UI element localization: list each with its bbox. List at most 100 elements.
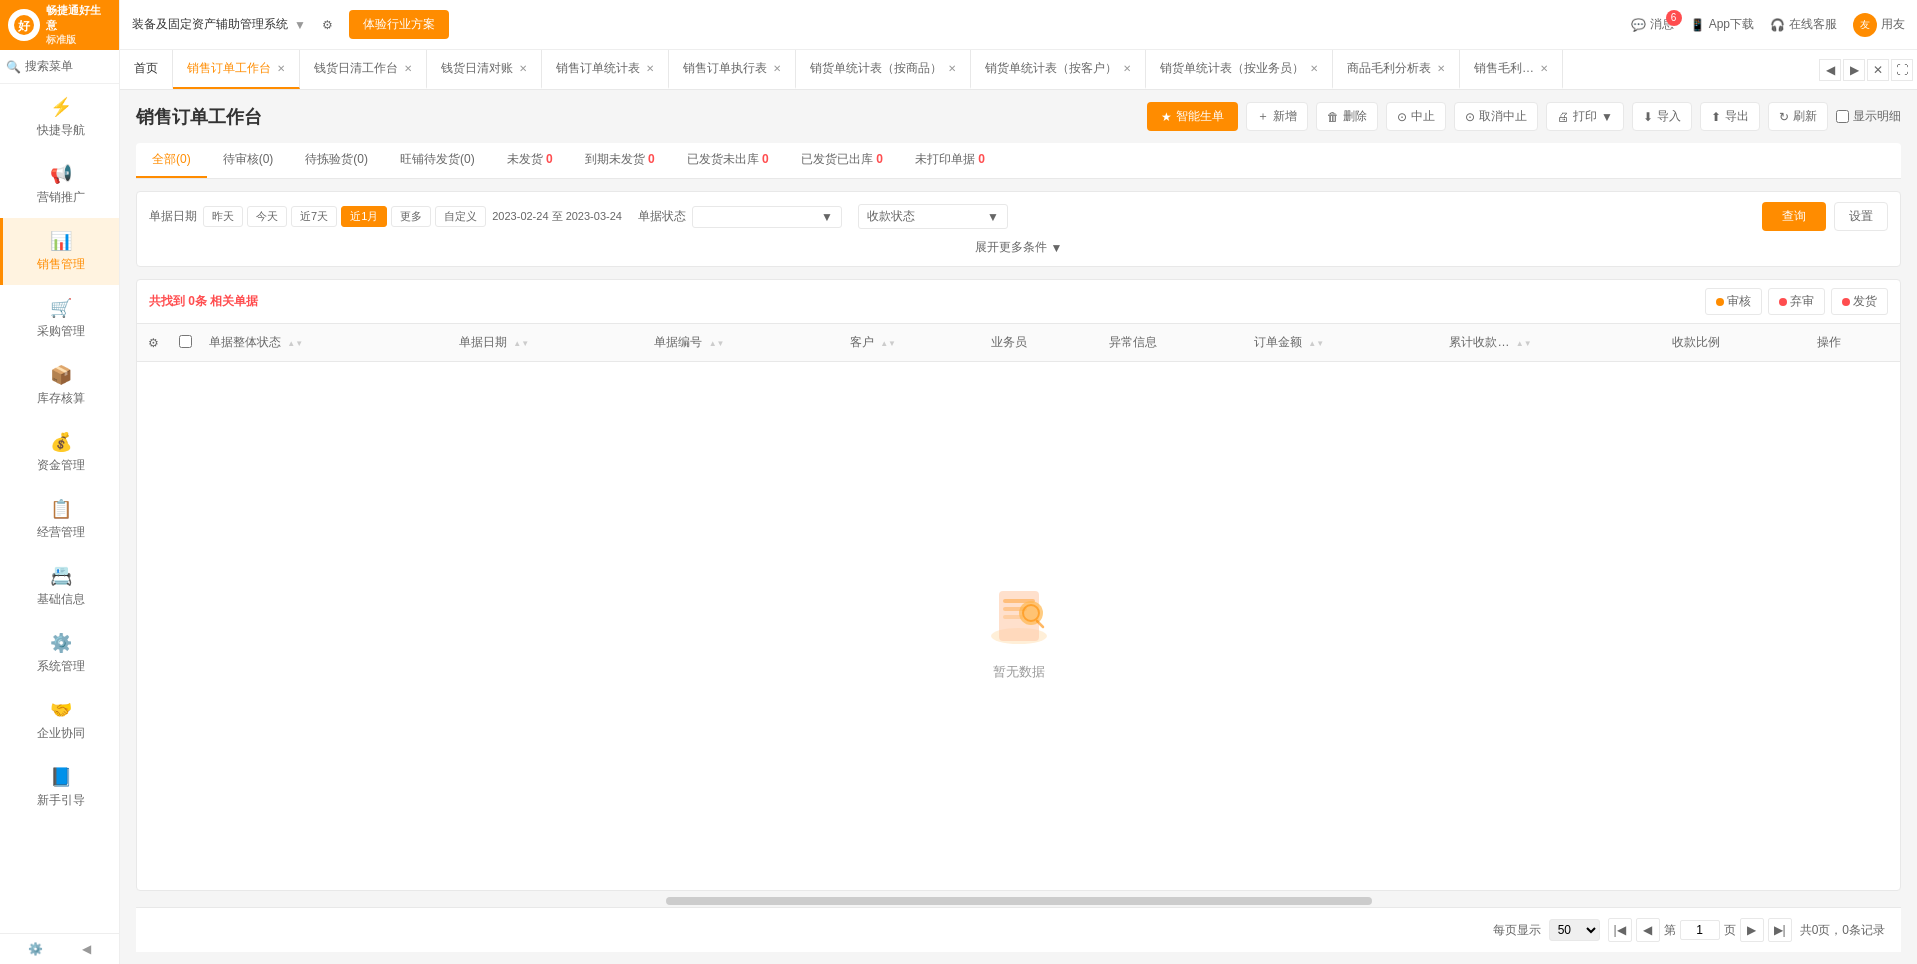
per-page-select[interactable]: 50 100 200 (1549, 919, 1600, 941)
date-btn-today[interactable]: 今天 (247, 206, 287, 227)
select-all-checkbox[interactable] (179, 335, 192, 348)
message-item[interactable]: 💬 消息 6 (1631, 16, 1674, 33)
sidebar-item-cooperation[interactable]: 🤝 企业协同 (0, 687, 119, 754)
tab-close-icon[interactable]: ✕ (519, 63, 527, 74)
show-detail-checkbox-label[interactable]: 显示明细 (1836, 108, 1901, 125)
show-detail-checkbox[interactable] (1836, 110, 1849, 123)
tab-close-icon[interactable]: ✕ (1540, 63, 1548, 74)
payment-select[interactable]: 收款状态 ▼ (858, 204, 1008, 229)
tab-sales-by-product[interactable]: 销货单统计表（按商品） ✕ (796, 50, 971, 89)
tab-cash-reconcile[interactable]: 钱货日清对账 ✕ (427, 50, 542, 89)
sort-icon[interactable]: ▲▼ (1308, 340, 1324, 348)
tab-close-icon[interactable]: ✕ (277, 63, 285, 74)
subtab-pending-review[interactable]: 待审核(0) (207, 143, 290, 178)
set-button[interactable]: 设置 (1834, 202, 1888, 231)
collapse-icon[interactable]: ◀ (82, 942, 91, 956)
stop-button[interactable]: ⊙ 中止 (1386, 102, 1446, 131)
sidebar-item-system[interactable]: ⚙️ 系统管理 (0, 620, 119, 687)
last-page-button[interactable]: ▶| (1768, 918, 1792, 942)
date-btn-yesterday[interactable]: 昨天 (203, 206, 243, 227)
subtab-shop-pending[interactable]: 旺铺待发货(0) (384, 143, 491, 178)
sidebar-item-finance[interactable]: 💰 资金管理 (0, 419, 119, 486)
ship-button[interactable]: 发货 (1831, 288, 1888, 315)
tab-close-icon[interactable]: ✕ (1310, 63, 1318, 74)
settings-icon[interactable]: ⚙️ (28, 942, 43, 956)
subtab-overdue-ship[interactable]: 到期未发货 0 (569, 143, 671, 178)
subtab-shipped-out[interactable]: 已发货已出库 0 (785, 143, 899, 178)
col-check[interactable] (169, 324, 201, 362)
tab-sales-profit[interactable]: 销售毛利… ✕ (1460, 50, 1563, 89)
subtab-not-printed[interactable]: 未打印单据 0 (899, 143, 1001, 178)
col-settings[interactable]: ⚙ (137, 324, 169, 362)
date-btn-1month[interactable]: 近1月 (341, 206, 387, 227)
tab-fullscreen-button[interactable]: ⛶ (1891, 59, 1913, 81)
tab-sales-by-staff[interactable]: 销货单统计表（按业务员） ✕ (1146, 50, 1333, 89)
sidebar-item-purchase[interactable]: 🛒 采购管理 (0, 285, 119, 352)
online-service-item[interactable]: 🎧 在线客服 (1770, 16, 1837, 33)
export-button[interactable]: ⬆ 导出 (1700, 102, 1760, 131)
prev-page-button[interactable]: ◀ (1636, 918, 1660, 942)
tab-gross-profit[interactable]: 商品毛利分析表 ✕ (1333, 50, 1460, 89)
tab-sales-workbench[interactable]: 销售订单工作台 ✕ (173, 50, 300, 89)
scrollbar-thumb[interactable] (666, 897, 1372, 905)
tab-close-all-button[interactable]: ✕ (1867, 59, 1889, 81)
expand-filter-button[interactable]: 展开更多条件 ▼ (975, 239, 1063, 256)
sidebar-item-sales[interactable]: 📊 销售管理 (0, 218, 119, 285)
query-button[interactable]: 查询 (1762, 202, 1826, 231)
first-page-button[interactable]: |◀ (1608, 918, 1632, 942)
review-button[interactable]: 审核 (1705, 288, 1762, 315)
smart-order-button[interactable]: ★ 智能生单 (1147, 102, 1238, 131)
delete-button[interactable]: 🗑 删除 (1316, 102, 1378, 131)
tab-sales-exec[interactable]: 销售订单执行表 ✕ (669, 50, 796, 89)
tab-sales-by-customer[interactable]: 销货单统计表（按客户） ✕ (971, 50, 1146, 89)
sort-icon[interactable]: ▲▼ (1516, 340, 1532, 348)
sidebar-item-business[interactable]: 📋 经营管理 (0, 486, 119, 553)
sidebar-item-quick-nav[interactable]: ⚡ 快捷导航 (0, 84, 119, 151)
app-download-item[interactable]: 📱 App下载 (1690, 16, 1754, 33)
tab-close-icon[interactable]: ✕ (1437, 63, 1445, 74)
subtab-all[interactable]: 全部(0) (136, 143, 207, 178)
tab-prev-button[interactable]: ◀ (1819, 59, 1841, 81)
page-number-input[interactable] (1680, 920, 1720, 940)
status-select[interactable]: ▼ (692, 206, 842, 228)
sort-icon[interactable]: ▲▼ (513, 340, 529, 348)
subtab-not-shipped[interactable]: 未发货 0 (491, 143, 569, 178)
horizontal-scrollbar[interactable] (136, 895, 1901, 907)
subtab-shipped-not-out[interactable]: 已发货未出库 0 (671, 143, 785, 178)
date-btn-7days[interactable]: 近7天 (291, 206, 337, 227)
refresh-button[interactable]: ↻ 刷新 (1768, 102, 1828, 131)
tab-close-icon[interactable]: ✕ (1123, 63, 1131, 74)
sidebar-item-label: 基础信息 (37, 591, 85, 608)
topbar-settings-icon[interactable]: ⚙ (318, 14, 337, 36)
tab-close-icon[interactable]: ✕ (773, 63, 781, 74)
tab-sales-stats[interactable]: 销售订单统计表 ✕ (542, 50, 669, 89)
sidebar-item-guide[interactable]: 📘 新手引导 (0, 754, 119, 821)
subtab-pending-pick[interactable]: 待拣验货(0) (289, 143, 384, 178)
user-item[interactable]: 友 用友 (1853, 13, 1905, 37)
sort-icon[interactable]: ▲▼ (709, 340, 725, 348)
sidebar-item-basic-info[interactable]: 📇 基础信息 (0, 553, 119, 620)
cancel-stop-button[interactable]: ⊙ 取消中止 (1454, 102, 1538, 131)
status-select-arrow: ▼ (821, 210, 833, 224)
import-button[interactable]: ⬇ 导入 (1632, 102, 1692, 131)
discard-review-button[interactable]: 弃审 (1768, 288, 1825, 315)
tab-close-icon[interactable]: ✕ (948, 63, 956, 74)
sidebar-item-inventory[interactable]: 📦 库存核算 (0, 352, 119, 419)
dropdown-arrow[interactable]: ▼ (294, 18, 306, 32)
industry-solution-button[interactable]: 体验行业方案 (349, 10, 449, 39)
tab-close-icon[interactable]: ✕ (646, 63, 654, 74)
date-btn-more[interactable]: 更多 (391, 206, 431, 227)
tab-close-icon[interactable]: ✕ (404, 63, 412, 74)
search-menu-item[interactable]: 🔍 搜索菜单 (0, 50, 119, 84)
next-page-button[interactable]: ▶ (1740, 918, 1764, 942)
delete-icon: 🗑 (1327, 110, 1339, 124)
sidebar-item-marketing[interactable]: 📢 营销推广 (0, 151, 119, 218)
print-button[interactable]: 🖨 打印 ▼ (1546, 102, 1624, 131)
add-button[interactable]: ＋ 新增 (1246, 102, 1308, 131)
sort-icon[interactable]: ▲▼ (880, 340, 896, 348)
sort-icon[interactable]: ▲▼ (287, 340, 303, 348)
tab-cash-daily[interactable]: 钱货日清工作台 ✕ (300, 50, 427, 89)
date-btn-custom[interactable]: 自定义 (435, 206, 486, 227)
tab-home[interactable]: 首页 (120, 50, 173, 89)
tab-next-button[interactable]: ▶ (1843, 59, 1865, 81)
